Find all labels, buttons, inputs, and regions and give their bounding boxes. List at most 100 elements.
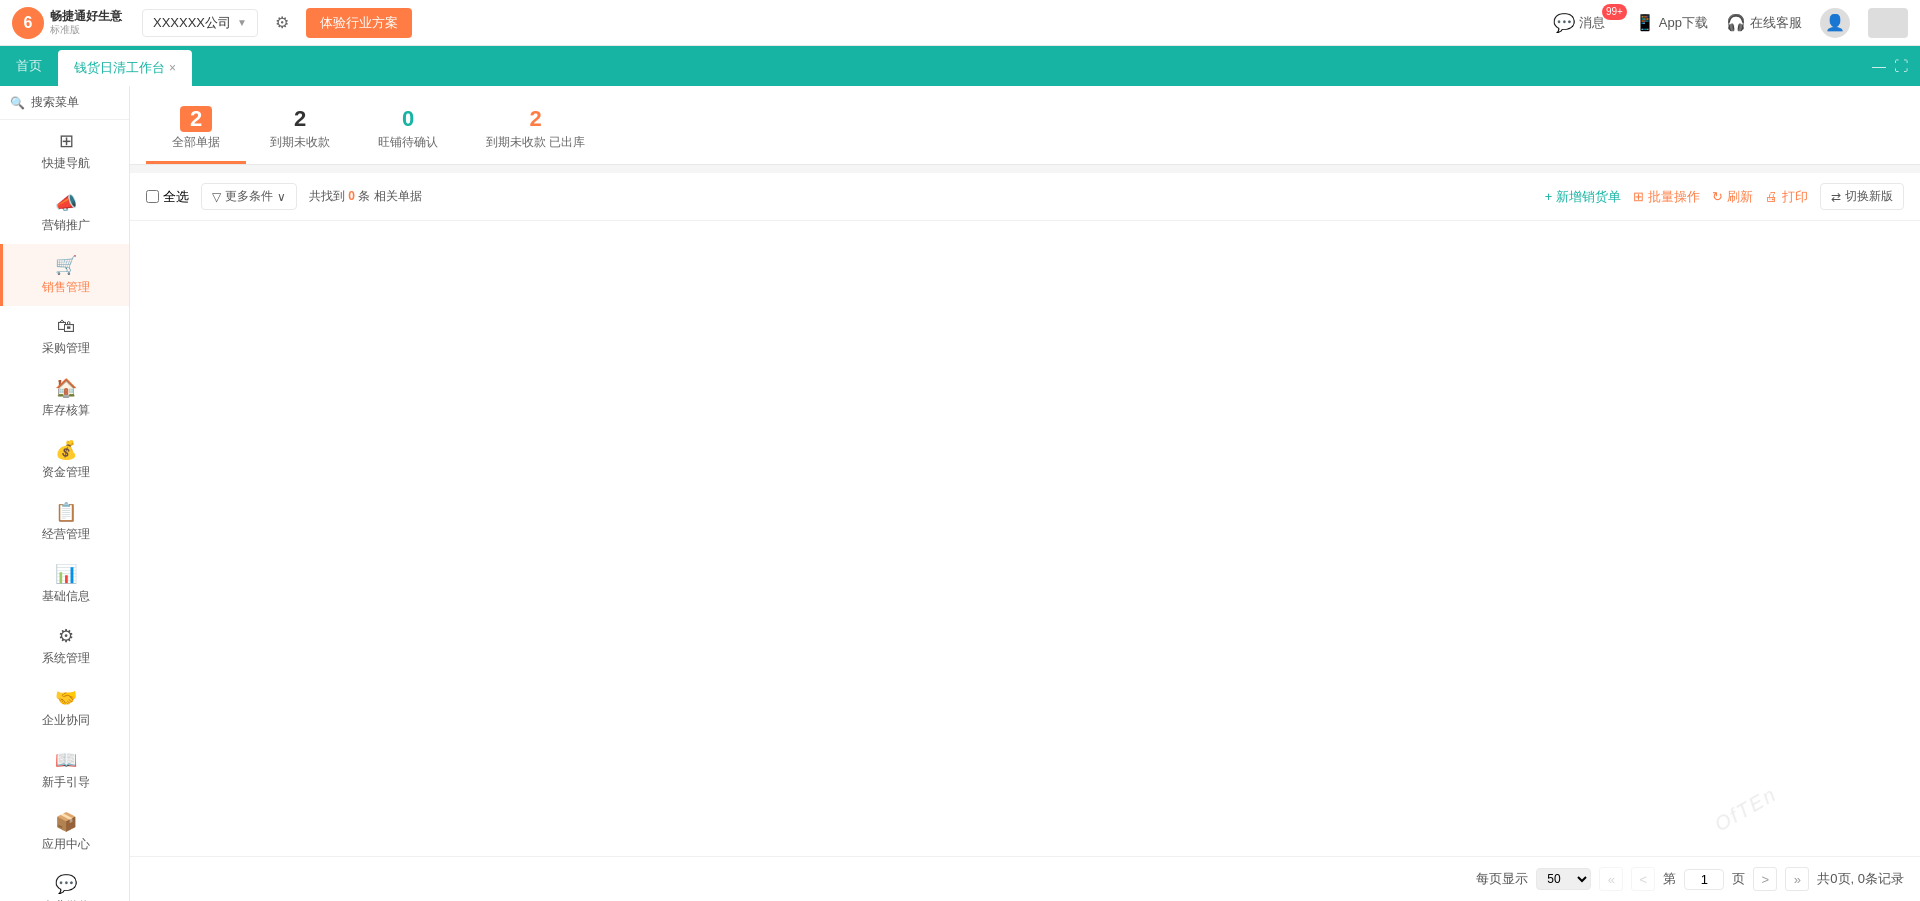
business-icon: 📋 xyxy=(55,501,77,523)
sidebar-item-business[interactable]: 📋 经营管理 xyxy=(0,491,129,553)
avatar[interactable]: 👤 xyxy=(1820,8,1850,38)
maximize-icon[interactable]: ⛶ xyxy=(1894,58,1908,74)
message-button[interactable]: 💬 消息 99+ xyxy=(1553,12,1617,34)
purchase-icon: 🛍 xyxy=(57,316,75,337)
tab-home[interactable]: 首页 xyxy=(0,46,58,86)
sidebar-item-enterprise[interactable]: 🤝 企业协同 xyxy=(0,677,129,739)
stat-tab-all[interactable]: 2 全部单据 xyxy=(146,98,246,164)
sidebar: 🔍 搜索菜单 ⊞ 快捷导航 📣 营销推广 🛒 销售管理 🛍 采购管理 🏠 库存核… xyxy=(0,86,130,901)
last-page-button[interactable]: » xyxy=(1785,867,1809,891)
switch-button[interactable]: ⇄ 切换新版 xyxy=(1820,183,1904,210)
main-layout: 🔍 搜索菜单 ⊞ 快捷导航 📣 营销推广 🛒 销售管理 🛍 采购管理 🏠 库存核… xyxy=(0,86,1920,901)
top-right: 💬 消息 99+ 📱 App下载 🎧 在线客服 👤 xyxy=(1553,8,1908,38)
overdue-count: 2 xyxy=(294,106,306,132)
service-icon: 🎧 xyxy=(1726,13,1746,32)
user-name-area xyxy=(1868,8,1908,38)
sidebar-item-purchase[interactable]: 🛍 采购管理 xyxy=(0,306,129,367)
table-area xyxy=(130,221,1920,856)
batch-icon: ⊞ xyxy=(1633,189,1644,204)
pending-label: 旺铺待确认 xyxy=(378,134,438,151)
pending-count: 0 xyxy=(402,106,414,132)
all-label: 全部单据 xyxy=(172,134,220,151)
logo-icon: 6 xyxy=(12,7,44,39)
filter-button[interactable]: ▽ 更多条件 ∨ xyxy=(201,183,297,210)
basic-info-icon: 📊 xyxy=(55,563,77,585)
overdue-out-count: 2 xyxy=(530,106,542,132)
stat-tab-pending[interactable]: 0 旺铺待确认 xyxy=(354,98,462,164)
inventory-icon: 🏠 xyxy=(55,377,77,399)
sidebar-item-beginner[interactable]: 📖 新手引导 xyxy=(0,739,129,801)
per-page-select[interactable]: 50 20 100 xyxy=(1536,868,1591,890)
message-icon: 💬 xyxy=(1553,12,1575,34)
sidebar-item-sales[interactable]: 🛒 销售管理 xyxy=(0,244,129,306)
toolbar: 全选 ▽ 更多条件 ∨ 共找到 0 条 相关单据 + 新增销货单 ⊞ 批量操作 xyxy=(130,173,1920,221)
print-icon: 🖨 xyxy=(1765,189,1778,204)
sidebar-item-app-center[interactable]: 📦 应用中心 xyxy=(0,801,129,863)
stats-tabs: 2 全部单据 2 到期未收款 0 旺铺待确认 2 到期未收款 已出库 xyxy=(130,86,1920,165)
all-count: 2 xyxy=(180,106,212,132)
refresh-button[interactable]: ↻ 刷新 xyxy=(1712,188,1753,206)
logo-title: 畅捷通好生意 xyxy=(50,9,122,23)
first-page-button[interactable]: « xyxy=(1599,867,1623,891)
company-selector[interactable]: XXXXXX公司 ▼ xyxy=(142,9,258,37)
beginner-icon: 📖 xyxy=(55,749,77,771)
new-sale-button[interactable]: + 新增销货单 xyxy=(1545,188,1621,206)
close-tab-icon[interactable]: × xyxy=(169,61,176,75)
message-label: 消息 xyxy=(1579,14,1605,32)
chevron-down-icon: ▼ xyxy=(237,17,247,28)
per-page-label: 每页显示 xyxy=(1476,870,1528,888)
sales-icon: 🛒 xyxy=(55,254,77,276)
page-input[interactable] xyxy=(1684,869,1724,890)
marketing-icon: 📣 xyxy=(55,192,77,214)
filter-icon: ▽ xyxy=(212,190,221,204)
sidebar-item-wechat[interactable]: 💬 企业微信 xyxy=(0,863,129,901)
search-icon: 🔍 xyxy=(10,96,25,110)
stat-tab-overdue-out[interactable]: 2 到期未收款 已出库 xyxy=(462,98,609,164)
sidebar-item-inventory[interactable]: 🏠 库存核算 xyxy=(0,367,129,429)
app-center-icon: 📦 xyxy=(55,811,77,833)
logo-area: 6 畅捷通好生意 标准版 xyxy=(12,7,142,39)
settings-icon[interactable]: ⚙ xyxy=(266,7,298,39)
experience-button[interactable]: 体验行业方案 xyxy=(306,8,412,38)
batch-op-button[interactable]: ⊞ 批量操作 xyxy=(1633,188,1700,206)
search-menu-button[interactable]: 🔍 搜索菜单 xyxy=(0,86,129,120)
print-button[interactable]: 🖨 打印 xyxy=(1765,188,1808,206)
overdue-label: 到期未收款 xyxy=(270,134,330,151)
system-icon: ⚙ xyxy=(58,625,74,647)
minimize-icon[interactable]: — xyxy=(1872,58,1886,74)
stat-tab-overdue[interactable]: 2 到期未收款 xyxy=(246,98,354,164)
pagination-bar: 每页显示 50 20 100 « < 第 页 > » 共0页, 0条记录 xyxy=(130,856,1920,901)
download-icon: 📱 xyxy=(1635,13,1655,32)
logo-subtitle: 标准版 xyxy=(50,24,122,36)
sidebar-item-system[interactable]: ⚙ 系统管理 xyxy=(0,615,129,677)
enterprise-icon: 🤝 xyxy=(55,687,77,709)
select-all-checkbox[interactable]: 全选 xyxy=(146,188,189,206)
checkbox-all[interactable] xyxy=(146,190,159,203)
page-unit: 页 xyxy=(1732,870,1745,888)
overdue-out-label: 到期未收款 已出库 xyxy=(486,134,585,151)
sidebar-item-marketing[interactable]: 📣 营销推广 xyxy=(0,182,129,244)
quick-nav-icon: ⊞ xyxy=(59,130,74,152)
sidebar-item-finance[interactable]: 💰 资金管理 xyxy=(0,429,129,491)
sidebar-item-basic-info[interactable]: 📊 基础信息 xyxy=(0,553,129,615)
tab-workbench[interactable]: 钱货日清工作台 × xyxy=(58,50,192,86)
online-service-button[interactable]: 🎧 在线客服 xyxy=(1726,13,1802,32)
found-count: 0 xyxy=(348,189,355,203)
found-text: 共找到 0 条 相关单据 xyxy=(309,188,422,205)
finance-icon: 💰 xyxy=(55,439,77,461)
window-controls: — ⛶ xyxy=(1872,46,1920,86)
sidebar-item-quick-nav[interactable]: ⊞ 快捷导航 xyxy=(0,120,129,182)
toolbar-right: + 新增销货单 ⊞ 批量操作 ↻ 刷新 🖨 打印 ⇄ 切换新版 xyxy=(1545,183,1904,210)
message-badge: 99+ xyxy=(1602,4,1627,20)
top-bar: 6 畅捷通好生意 标准版 XXXXXX公司 ▼ ⚙ 体验行业方案 💬 消息 99… xyxy=(0,0,1920,46)
refresh-icon: ↻ xyxy=(1712,189,1723,204)
switch-icon: ⇄ xyxy=(1831,190,1841,204)
nav-tabs: 首页 钱货日清工作台 × — ⛶ xyxy=(0,46,1920,86)
total-label: 共0页, 0条记录 xyxy=(1817,870,1904,888)
wechat-icon: 💬 xyxy=(55,873,77,895)
page-label: 第 xyxy=(1663,870,1676,888)
content-area: 2 全部单据 2 到期未收款 0 旺铺待确认 2 到期未收款 已出库 全选 xyxy=(130,86,1920,901)
prev-page-button[interactable]: < xyxy=(1631,867,1655,891)
next-page-button[interactable]: > xyxy=(1753,867,1777,891)
app-download-button[interactable]: 📱 App下载 xyxy=(1635,13,1708,32)
